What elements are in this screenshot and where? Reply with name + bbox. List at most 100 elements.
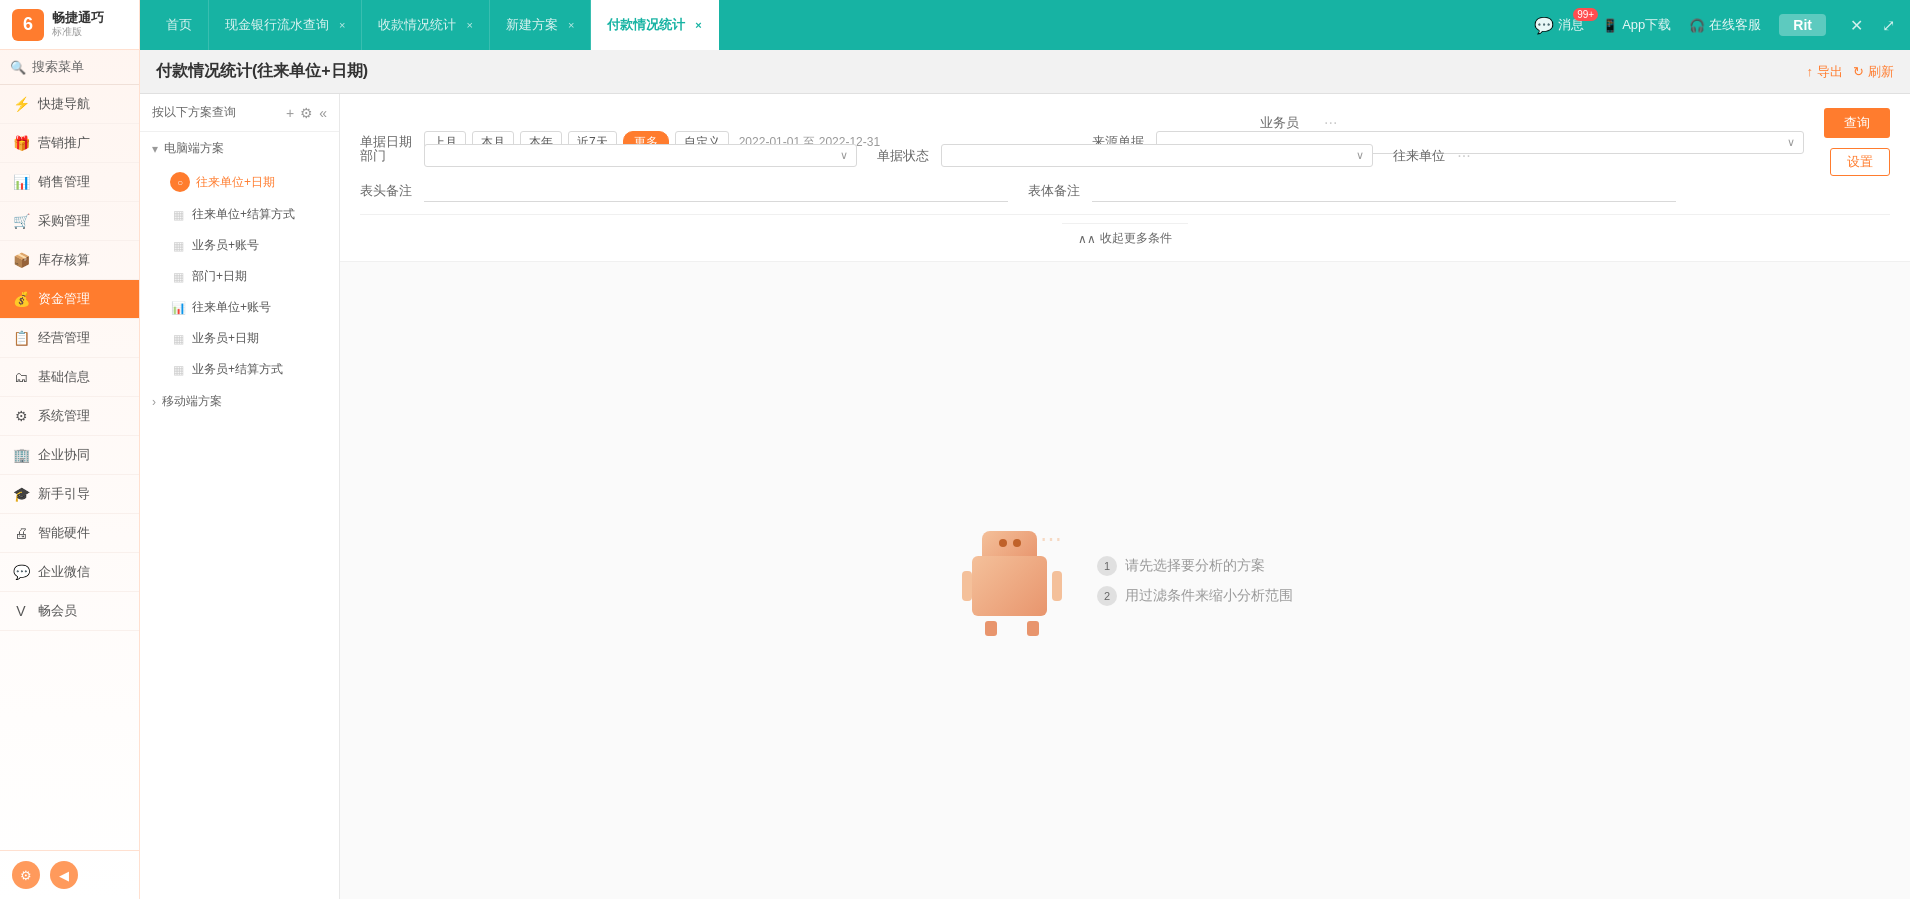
voucher-status-select[interactable]: ∨ <box>941 144 1374 167</box>
message-badge: 99+ <box>1573 8 1598 21</box>
online-service-btn[interactable]: 🎧 在线客服 <box>1689 16 1761 34</box>
userbar: 💬 消息 99+ 📱 App下载 🎧 在线客服 Rit <box>1534 14 1842 36</box>
sidebar-item-wechat[interactable]: 💬 企业微信 <box>0 553 139 592</box>
sidebar-item-guide[interactable]: 🎓 新手引导 <box>0 475 139 514</box>
refresh-btn[interactable]: ↻ 刷新 <box>1853 63 1894 81</box>
sidebar-item-label: 企业协同 <box>38 446 90 464</box>
scheme-panel-title: 按以下方案查询 <box>152 104 236 121</box>
headset-icon: 🎧 <box>1689 18 1705 33</box>
body-note-input[interactable] <box>1092 179 1676 202</box>
operation-icon: 📋 <box>12 329 30 347</box>
tab-bank-close[interactable]: × <box>339 19 345 31</box>
app-logo-icon: 6 <box>12 9 44 41</box>
expand-window-btn[interactable]: ⤢ <box>1874 11 1902 39</box>
sidebar-item-label: 库存核算 <box>38 251 90 269</box>
sidebar-item-quick-nav[interactable]: ⚡ 快捷导航 <box>0 85 139 124</box>
active-scheme-dot: ○ <box>170 172 190 192</box>
collapse-sidebar-icon[interactable]: ◀ <box>50 861 78 889</box>
robot-body <box>972 556 1047 616</box>
tab-payment-stat[interactable]: 收款情况统计 × <box>362 0 489 50</box>
mobile-group-header[interactable]: › 移动端方案 <box>140 385 339 418</box>
sidebar-item-purchase[interactable]: 🛒 采购管理 <box>0 202 139 241</box>
tab-bank-label: 现金银行流水查询 <box>225 16 329 34</box>
message-btn[interactable]: 💬 消息 99+ <box>1534 16 1584 35</box>
robot-leg-left <box>985 621 997 636</box>
scheme-item-unit-date[interactable]: ○ 往来单位+日期 <box>140 165 339 199</box>
step-num-2: 2 <box>1097 586 1117 606</box>
scheme-item-label: 业务员+日期 <box>192 330 259 347</box>
topnav-window-actions: ✕ ⤢ <box>1842 11 1910 39</box>
desktop-group-label: 电脑端方案 <box>164 140 224 157</box>
sidebar-item-basic[interactable]: 🗂 基础信息 <box>0 358 139 397</box>
close-window-btn[interactable]: ✕ <box>1842 11 1870 39</box>
tab-new-scheme[interactable]: 新建方案 × <box>490 0 591 50</box>
sidebar-item-label: 企业微信 <box>38 563 90 581</box>
robot-eye-left <box>999 539 1007 547</box>
export-btn[interactable]: ↑ 导出 <box>1807 63 1844 81</box>
vip-icon: V <box>12 602 30 620</box>
scheme-item-label: 往来单位+结算方式 <box>192 206 295 223</box>
tab-pay-stat[interactable]: 付款情况统计 × <box>591 0 718 50</box>
tab-new-scheme-close[interactable]: × <box>568 19 574 31</box>
partner-filter-dots[interactable]: ··· <box>1457 147 1470 165</box>
tab-home[interactable]: 首页 <box>150 0 209 50</box>
dept-select[interactable]: ∨ <box>424 144 857 167</box>
scheme-item-staff-date[interactable]: ▦ 业务员+日期 <box>140 323 339 354</box>
app-edition: 标准版 <box>52 25 104 39</box>
staff-filter-dots[interactable]: ··· <box>1324 114 1337 132</box>
sidebar-item-sales[interactable]: 📊 销售管理 <box>0 163 139 202</box>
tab-new-scheme-label: 新建方案 <box>506 16 558 34</box>
group-expand-icon: ▾ <box>152 142 158 156</box>
filter-row-3: 表头备注 表体备注 <box>360 179 1890 202</box>
mobile-scheme-group: › 移动端方案 <box>140 385 339 418</box>
sidebar-item-enterprise[interactable]: 🏢 企业协同 <box>0 436 139 475</box>
add-scheme-btn[interactable]: + <box>286 105 294 121</box>
scheme-item-label: 往来单位+账号 <box>192 299 271 316</box>
sidebar-footer: ⚙ ◀ <box>0 850 139 899</box>
scheme-item-staff-account[interactable]: ▦ 业务员+账号 <box>140 230 339 261</box>
voucher-status-label: 单据状态 <box>877 147 933 165</box>
sidebar-item-label: 销售管理 <box>38 173 90 191</box>
scheme-item-staff-settle[interactable]: ▦ 业务员+结算方式 <box>140 354 339 385</box>
robot-arm-left <box>962 571 972 601</box>
search-icon: 🔍 <box>10 60 26 75</box>
basic-icon: 🗂 <box>12 368 30 386</box>
voucher-status-item: 单据状态 ∨ <box>877 144 1374 167</box>
collapse-btn[interactable]: ∧∧ 收起更多条件 <box>1062 223 1188 253</box>
sidebar-item-system[interactable]: ⚙ 系统管理 <box>0 397 139 436</box>
scheme-item-unit-settle[interactable]: ▦ 往来单位+结算方式 <box>140 199 339 230</box>
enterprise-icon: 🏢 <box>12 446 30 464</box>
sidebar-item-finance[interactable]: 💰 资金管理 <box>0 280 139 319</box>
tab-bank[interactable]: 现金银行流水查询 × <box>209 0 362 50</box>
tab-pay-stat-close[interactable]: × <box>695 19 701 31</box>
scheme-panel-header: 按以下方案查询 + ⚙ « <box>140 94 339 132</box>
scheme-settings-btn[interactable]: ⚙ <box>300 105 313 121</box>
sidebar-item-hardware[interactable]: 🖨 智能硬件 <box>0 514 139 553</box>
header-note-input[interactable] <box>424 179 1008 202</box>
sidebar-item-label: 快捷导航 <box>38 95 90 113</box>
scheme-item-label: 业务员+结算方式 <box>192 361 283 378</box>
desktop-group-header[interactable]: ▾ 电脑端方案 <box>140 132 339 165</box>
scheme-item-unit-account[interactable]: 📊 往来单位+账号 <box>140 292 339 323</box>
inventory-icon: 📦 <box>12 251 30 269</box>
sidebar-item-marketing[interactable]: 🎁 营销推广 <box>0 124 139 163</box>
scheme-item-dept-date[interactable]: ▦ 部门+日期 <box>140 261 339 292</box>
user-avatar[interactable]: Rit <box>1779 14 1826 36</box>
tab-payment-stat-close[interactable]: × <box>466 19 472 31</box>
header-bar: 付款情况统计(往来单位+日期) ↑ 导出 ↻ 刷新 <box>140 50 1910 94</box>
guide-icon: 🎓 <box>12 485 30 503</box>
search-menu[interactable]: 🔍 搜索菜单 <box>0 50 139 85</box>
scheme-table-icon2: ▦ <box>170 238 186 254</box>
app-download-btn[interactable]: 📱 App下载 <box>1602 16 1671 34</box>
sidebar-item-inventory[interactable]: 📦 库存核算 <box>0 241 139 280</box>
sidebar-nav: ⚡ 快捷导航 🎁 营销推广 📊 销售管理 🛒 采购管理 📦 库存核算 💰 资金管… <box>0 85 139 850</box>
message-icon: 💬 <box>1534 16 1554 35</box>
tab-pay-stat-label: 付款情况统计 <box>607 16 685 34</box>
sidebar-item-vip[interactable]: V 畅会员 <box>0 592 139 631</box>
collapse-scheme-btn[interactable]: « <box>319 105 327 121</box>
mobile-group-label: 移动端方案 <box>162 393 222 410</box>
settings-footer-icon[interactable]: ⚙ <box>12 861 40 889</box>
sidebar-logo: 6 畅捷通巧 标准版 <box>0 0 139 50</box>
sidebar-item-operation[interactable]: 📋 经营管理 <box>0 319 139 358</box>
robot-eye-right <box>1013 539 1021 547</box>
